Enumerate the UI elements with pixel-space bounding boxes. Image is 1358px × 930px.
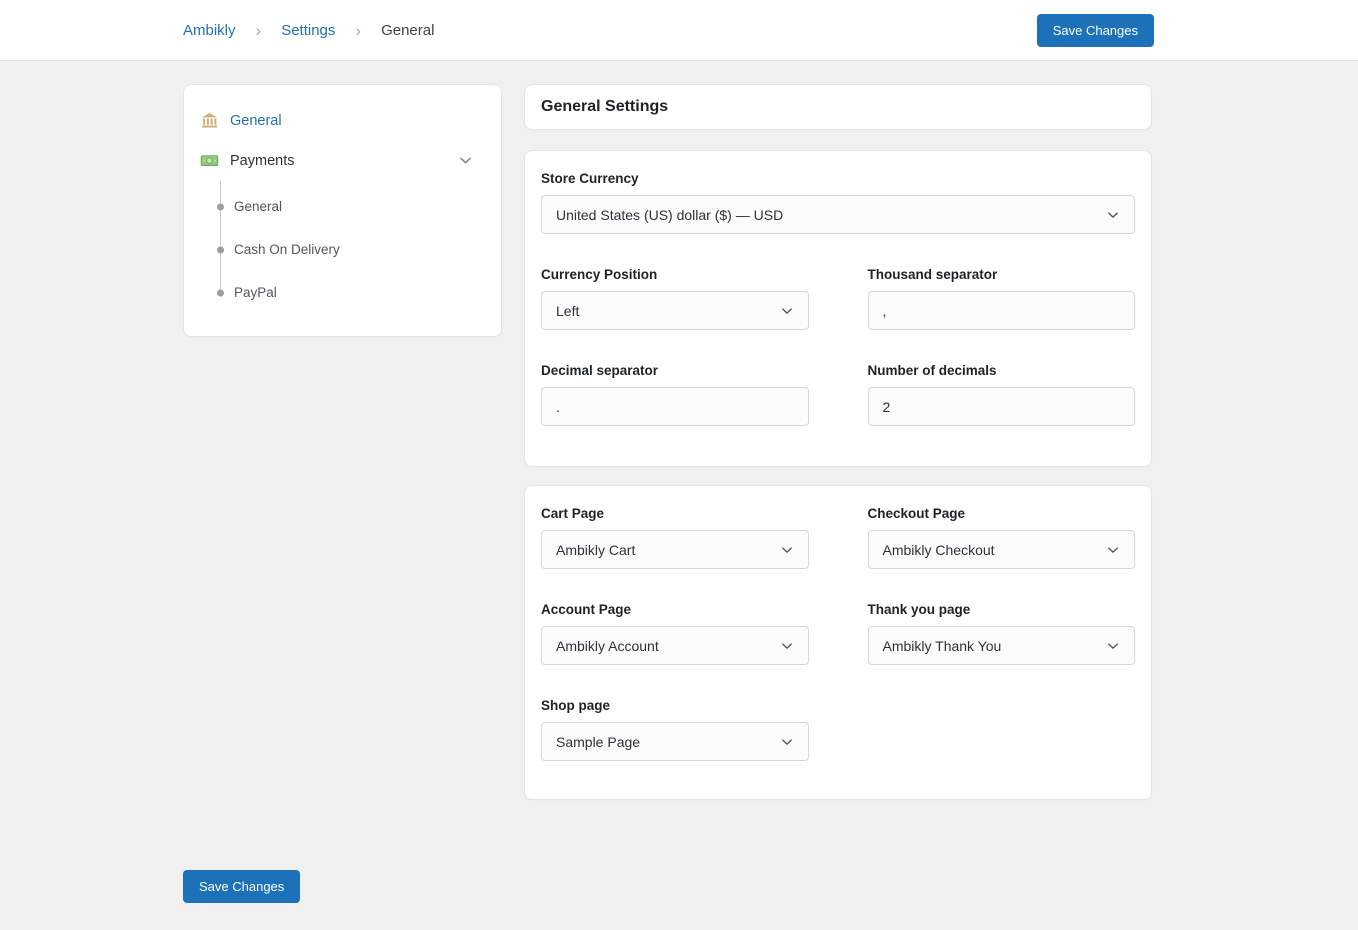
payments-sub-list: General Cash On Delivery PayPal	[200, 181, 485, 314]
sidebar-subitem-paypal[interactable]: PayPal	[200, 271, 485, 314]
chevron-down-icon	[780, 735, 794, 749]
currency-settings-card: Store Currency United States (US) dollar…	[524, 150, 1152, 467]
settings-main: General Settings Store Currency United S…	[524, 84, 1152, 818]
breadcrumb-settings-link[interactable]: Settings	[281, 22, 335, 39]
bullet-icon	[217, 289, 224, 296]
checkout-page-select[interactable]: Ambikly Checkout	[867, 530, 1135, 569]
save-changes-button-top[interactable]: Save Changes	[1036, 13, 1154, 47]
store-currency-value: United States (US) dollar ($) — USD	[556, 206, 784, 223]
currency-position-value: Left	[556, 302, 580, 319]
cart-page-select[interactable]: Ambikly Cart	[541, 530, 809, 569]
breadcrumb-home-link[interactable]: Ambikly	[183, 22, 236, 39]
chevron-down-icon	[780, 543, 794, 557]
thank-you-page-label: Thank you page	[867, 602, 971, 617]
footer-actions: Save Changes	[183, 870, 1358, 930]
chevron-down-icon	[780, 639, 794, 653]
sidebar-subitem-label: General	[234, 199, 283, 214]
cart-page-label: Cart Page	[541, 506, 605, 521]
sidebar-item-label: Payments	[230, 152, 295, 169]
cart-page-value: Ambikly Cart	[556, 541, 636, 558]
store-currency-label: Store Currency	[541, 171, 639, 186]
chevron-right-icon: ›	[255, 20, 262, 40]
checkout-page-label: Checkout Page	[867, 506, 966, 521]
sidebar-subitem-cash-on-delivery[interactable]: Cash On Delivery	[200, 228, 485, 271]
store-currency-select[interactable]: United States (US) dollar ($) — USD	[541, 195, 1135, 234]
chevron-down-icon	[780, 304, 794, 318]
number-of-decimals-input[interactable]	[867, 387, 1135, 426]
page-title: General Settings	[541, 98, 669, 115]
breadcrumb: Ambikly › Settings › General	[183, 22, 434, 39]
account-page-select[interactable]: Ambikly Account	[541, 626, 809, 665]
currency-position-select[interactable]: Left	[541, 291, 809, 330]
chevron-right-icon: ›	[355, 20, 362, 40]
thank-you-page-select[interactable]: Ambikly Thank You	[867, 626, 1135, 665]
sidebar-item-payments[interactable]: Payments	[200, 145, 485, 176]
bank-icon	[200, 111, 219, 130]
thank-you-page-value: Ambikly Thank You	[882, 637, 1002, 654]
sidebar-item-label: General	[230, 112, 282, 129]
page-title-card: General Settings	[524, 84, 1152, 130]
decimal-separator-input[interactable]	[541, 387, 809, 426]
thousand-separator-input[interactable]	[867, 291, 1135, 330]
settings-sidebar: General Payments General Cash On Deliver…	[183, 84, 502, 337]
shop-page-label: Shop page	[541, 698, 611, 713]
save-changes-button-bottom[interactable]: Save Changes	[183, 870, 301, 903]
shop-page-select[interactable]: Sample Page	[541, 722, 809, 761]
sidebar-item-general[interactable]: General	[200, 105, 485, 136]
pages-settings-card: Cart Page Ambikly Cart Checkout Page Amb…	[524, 485, 1152, 800]
number-of-decimals-label: Number of decimals	[867, 363, 997, 378]
sidebar-subitem-label: Cash On Delivery	[234, 242, 340, 257]
currency-position-label: Currency Position	[541, 267, 658, 282]
bullet-icon	[217, 246, 224, 253]
content-area: General Payments General Cash On Deliver…	[183, 84, 1152, 818]
decimal-separator-label: Decimal separator	[541, 363, 659, 378]
account-page-label: Account Page	[541, 602, 632, 617]
sidebar-subitem-payments-general[interactable]: General	[200, 185, 485, 228]
chevron-down-icon	[1106, 208, 1120, 222]
banknote-icon	[200, 151, 219, 170]
top-header: Ambikly › Settings › General Save Change…	[0, 0, 1358, 61]
checkout-page-value: Ambikly Checkout	[882, 541, 995, 558]
chevron-down-icon	[1106, 543, 1120, 557]
account-page-value: Ambikly Account	[556, 637, 659, 654]
shop-page-value: Sample Page	[556, 733, 641, 750]
thousand-separator-label: Thousand separator	[867, 267, 998, 282]
chevron-down-icon	[1106, 639, 1120, 653]
chevron-down-icon[interactable]	[458, 153, 473, 168]
bullet-icon	[217, 203, 224, 210]
sidebar-subitem-label: PayPal	[234, 285, 277, 300]
breadcrumb-current-page: General	[381, 21, 435, 39]
